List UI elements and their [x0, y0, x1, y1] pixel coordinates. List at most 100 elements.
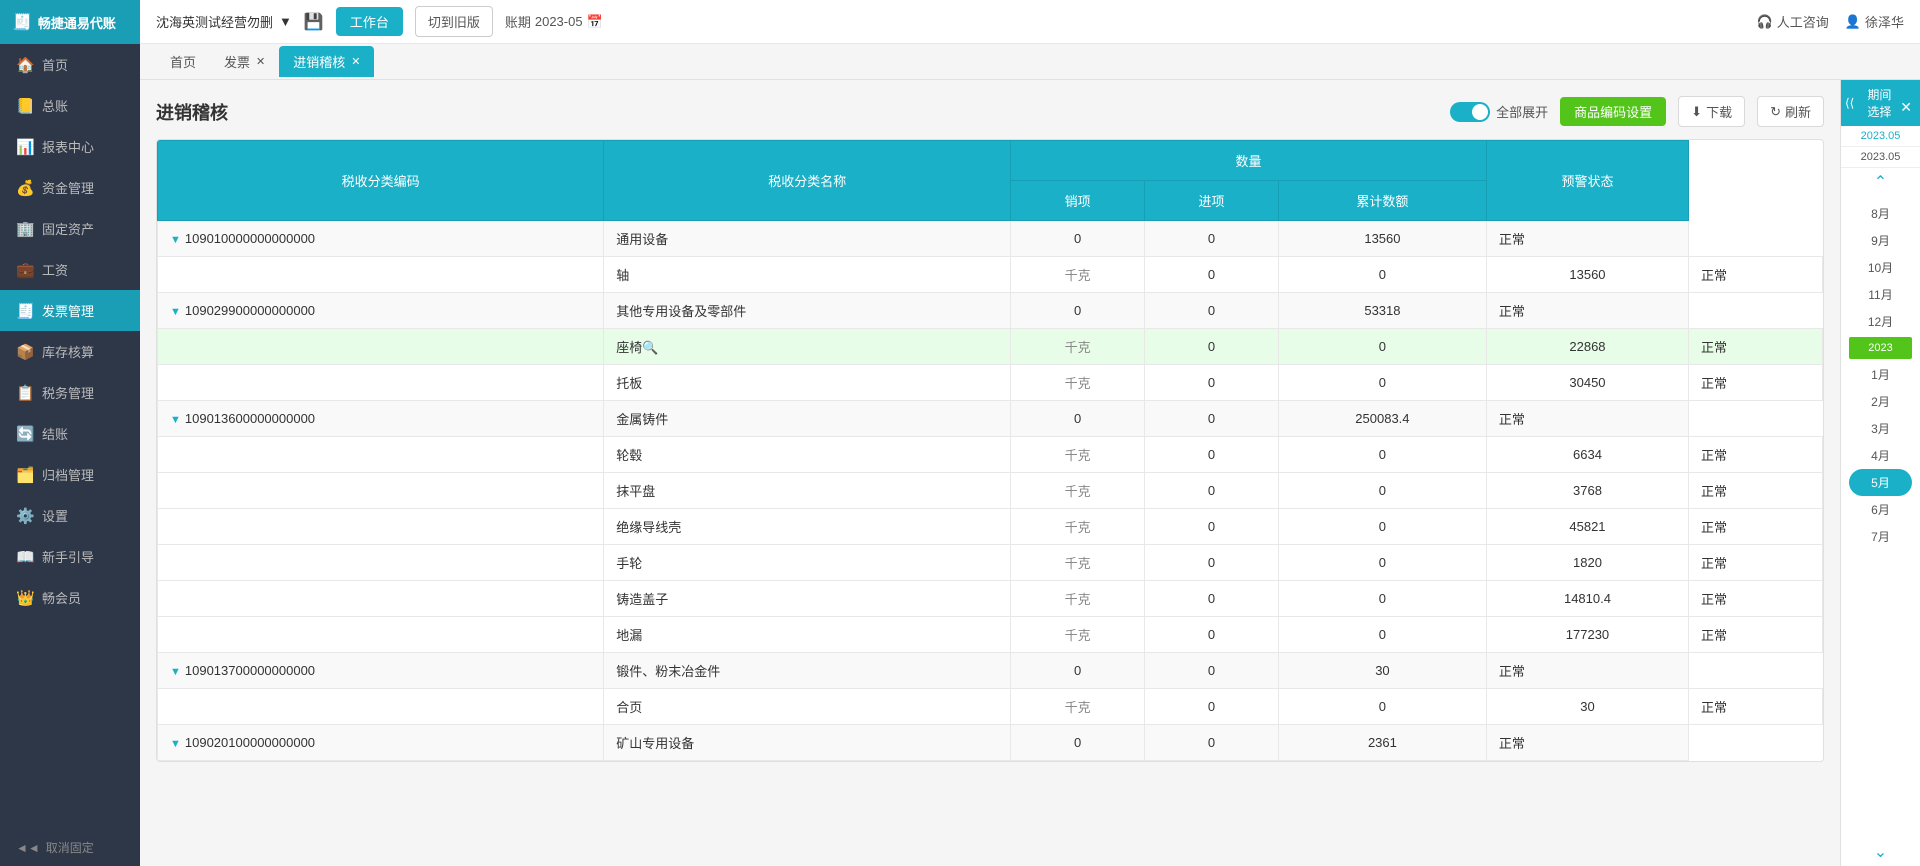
- username: 徐泽华: [1865, 12, 1904, 31]
- sidebar-item-report[interactable]: 📊 报表中心: [0, 126, 140, 167]
- collapse-icon[interactable]: ▼: [170, 666, 181, 678]
- month-item-9月[interactable]: 9月: [1841, 227, 1920, 254]
- page-header: 进销稽核 全部展开 商品编码设置 ⬇ 下载 ↻ 刷新: [156, 96, 1824, 127]
- collapse-icon[interactable]: ▼: [170, 414, 181, 426]
- switch-version-button[interactable]: 切到旧版: [415, 6, 493, 37]
- expand-left-icon[interactable]: ⟨⟨: [1845, 96, 1854, 110]
- scroll-up-arrow[interactable]: ⌃: [1841, 168, 1920, 196]
- sidebar-item-guide[interactable]: 📖 新手引导: [0, 536, 140, 577]
- th-tax-name: 税收分类名称: [604, 141, 1011, 221]
- sidebar-item-label: 归档管理: [42, 465, 94, 484]
- unpin-label: 取消固定: [46, 839, 94, 856]
- topbar: 沈海英测试经营勿删 ▼ 💾 工作台 切到旧版 账期 2023-05 📅 🎧 人工…: [140, 0, 1920, 44]
- collapse-icon[interactable]: ▼: [170, 738, 181, 750]
- sidebar-item-assets[interactable]: 🏢 固定资产: [0, 208, 140, 249]
- funds-icon: 💰: [16, 179, 34, 197]
- tabs-bar: 首页 发票 ✕ 进销稽核 ✕: [140, 44, 1920, 80]
- tab-invoice[interactable]: 发票 ✕: [210, 46, 279, 77]
- period-label: 账期: [505, 12, 531, 31]
- sidebar-logo: 🧾 畅捷通易代账: [0, 0, 140, 44]
- table-row: ▼109020100000000000: [158, 725, 604, 761]
- calendar-icon: 📅: [587, 14, 603, 30]
- sidebar-item-label: 固定资产: [42, 219, 94, 238]
- logo-icon: 🧾: [12, 12, 32, 32]
- sidebar-item-funds[interactable]: 💰 资金管理: [0, 167, 140, 208]
- tab-invoice-close[interactable]: ✕: [256, 55, 265, 68]
- tax-icon: 📋: [16, 384, 34, 402]
- dropdown-icon: ▼: [279, 14, 292, 29]
- tab-home[interactable]: 首页: [156, 46, 210, 77]
- workspace-button[interactable]: 工作台: [336, 7, 403, 36]
- month-item-11月[interactable]: 11月: [1841, 281, 1920, 308]
- download-button[interactable]: ⬇ 下载: [1678, 96, 1745, 127]
- close-panel-icon[interactable]: ✕: [1900, 99, 1912, 116]
- sidebar-item-settings[interactable]: ⚙️ 设置: [0, 495, 140, 536]
- sidebar-item-label: 总账: [42, 96, 68, 115]
- sidebar-item-settle[interactable]: 🔄 结账: [0, 413, 140, 454]
- sidebar-item-member[interactable]: 👑 畅会员: [0, 577, 140, 618]
- month-item-2月[interactable]: 2月: [1841, 388, 1920, 415]
- refresh-button[interactable]: ↻ 刷新: [1757, 96, 1824, 127]
- sidebar-item-label: 结账: [42, 424, 68, 443]
- settle-icon: 🔄: [16, 425, 34, 443]
- month-item-12月[interactable]: 12月: [1841, 308, 1920, 335]
- month-item-5月[interactable]: 5月: [1849, 469, 1912, 496]
- sidebar-item-inventory[interactable]: 📦 库存核算: [0, 331, 140, 372]
- month-item-4月[interactable]: 4月: [1841, 442, 1920, 469]
- search-icon[interactable]: 🔍: [642, 340, 658, 355]
- page-title: 进销稽核: [156, 99, 1450, 125]
- sidebar-item-tax[interactable]: 📋 税务管理: [0, 372, 140, 413]
- sidebar-item-label: 设置: [42, 506, 68, 525]
- th-tax-code: 税收分类编码: [158, 141, 604, 221]
- company-name: 沈海英测试经营勿删: [156, 12, 273, 31]
- sidebar-item-invoice[interactable]: 🧾 发票管理: [0, 290, 140, 331]
- user-menu[interactable]: 👤 徐泽华: [1845, 12, 1904, 31]
- service-button[interactable]: 🎧 人工咨询: [1757, 12, 1829, 31]
- th-warning: 预警状态: [1486, 141, 1688, 221]
- period-value: 2023-05: [535, 14, 583, 29]
- sidebar-item-label: 税务管理: [42, 383, 94, 402]
- sidebar-item-label: 首页: [42, 55, 68, 74]
- month-item-3月[interactable]: 3月: [1841, 415, 1920, 442]
- table-row: [158, 545, 604, 581]
- inventory-icon: 📦: [16, 343, 34, 361]
- sidebar-item-home[interactable]: 🏠 首页: [0, 44, 140, 85]
- expand-toggle-label: 全部展开: [1496, 102, 1548, 121]
- home-icon: 🏠: [16, 56, 34, 74]
- tab-invoice-label: 发票: [224, 52, 250, 71]
- ledger-icon: 📒: [16, 97, 34, 115]
- table-row: ▼109013600000000000: [158, 401, 604, 437]
- month-item-6月[interactable]: 6月: [1841, 496, 1920, 523]
- topbar-right: 🎧 人工咨询 👤 徐泽华: [1757, 12, 1904, 31]
- scroll-down-arrow[interactable]: ⌄: [1841, 838, 1920, 866]
- tab-reconcile[interactable]: 进销稽核 ✕: [279, 46, 374, 77]
- month-item-8月[interactable]: 8月: [1841, 200, 1920, 227]
- expand-toggle[interactable]: [1450, 102, 1490, 122]
- pin-icon: ◄◄: [16, 841, 40, 855]
- tab-reconcile-close[interactable]: ✕: [351, 55, 360, 68]
- salary-icon: 💼: [16, 261, 34, 279]
- settings-icon: ⚙️: [16, 507, 34, 525]
- invoice-icon: 🧾: [16, 302, 34, 320]
- collapse-icon[interactable]: ▼: [170, 306, 181, 318]
- right-panel-header: ⟨⟨ 期间选择 ✕: [1841, 80, 1920, 126]
- product-code-button[interactable]: 商品编码设置: [1560, 97, 1666, 126]
- sidebar-item-archive[interactable]: 🗂️ 归档管理: [0, 454, 140, 495]
- table-row: [158, 509, 604, 545]
- sidebar-item-salary[interactable]: 💼 工资: [0, 249, 140, 290]
- sidebar-nav: 🏠 首页 📒 总账 📊 报表中心 💰 资金管理 🏢 固定资产 💼 工资 🧾 发票…: [0, 44, 140, 829]
- logo-text: 畅捷通易代账: [38, 13, 116, 32]
- th-sale: 销项: [1011, 181, 1145, 221]
- collapse-icon[interactable]: ▼: [170, 234, 181, 246]
- sidebar-item-ledger[interactable]: 📒 总账: [0, 85, 140, 126]
- month-item-10月[interactable]: 10月: [1841, 254, 1920, 281]
- month-item-7月[interactable]: 7月: [1841, 523, 1920, 550]
- table-row: [158, 689, 604, 725]
- sidebar-unpin[interactable]: ◄◄ 取消固定: [0, 829, 140, 866]
- sidebar-item-label: 畅会员: [42, 588, 81, 607]
- company-selector[interactable]: 沈海英测试经营勿删 ▼: [156, 12, 292, 31]
- month-item-1月[interactable]: 1月: [1841, 361, 1920, 388]
- tab-home-label: 首页: [170, 52, 196, 71]
- year-period-top: 2023.05: [1841, 126, 1920, 147]
- headset-icon: 🎧: [1757, 14, 1773, 30]
